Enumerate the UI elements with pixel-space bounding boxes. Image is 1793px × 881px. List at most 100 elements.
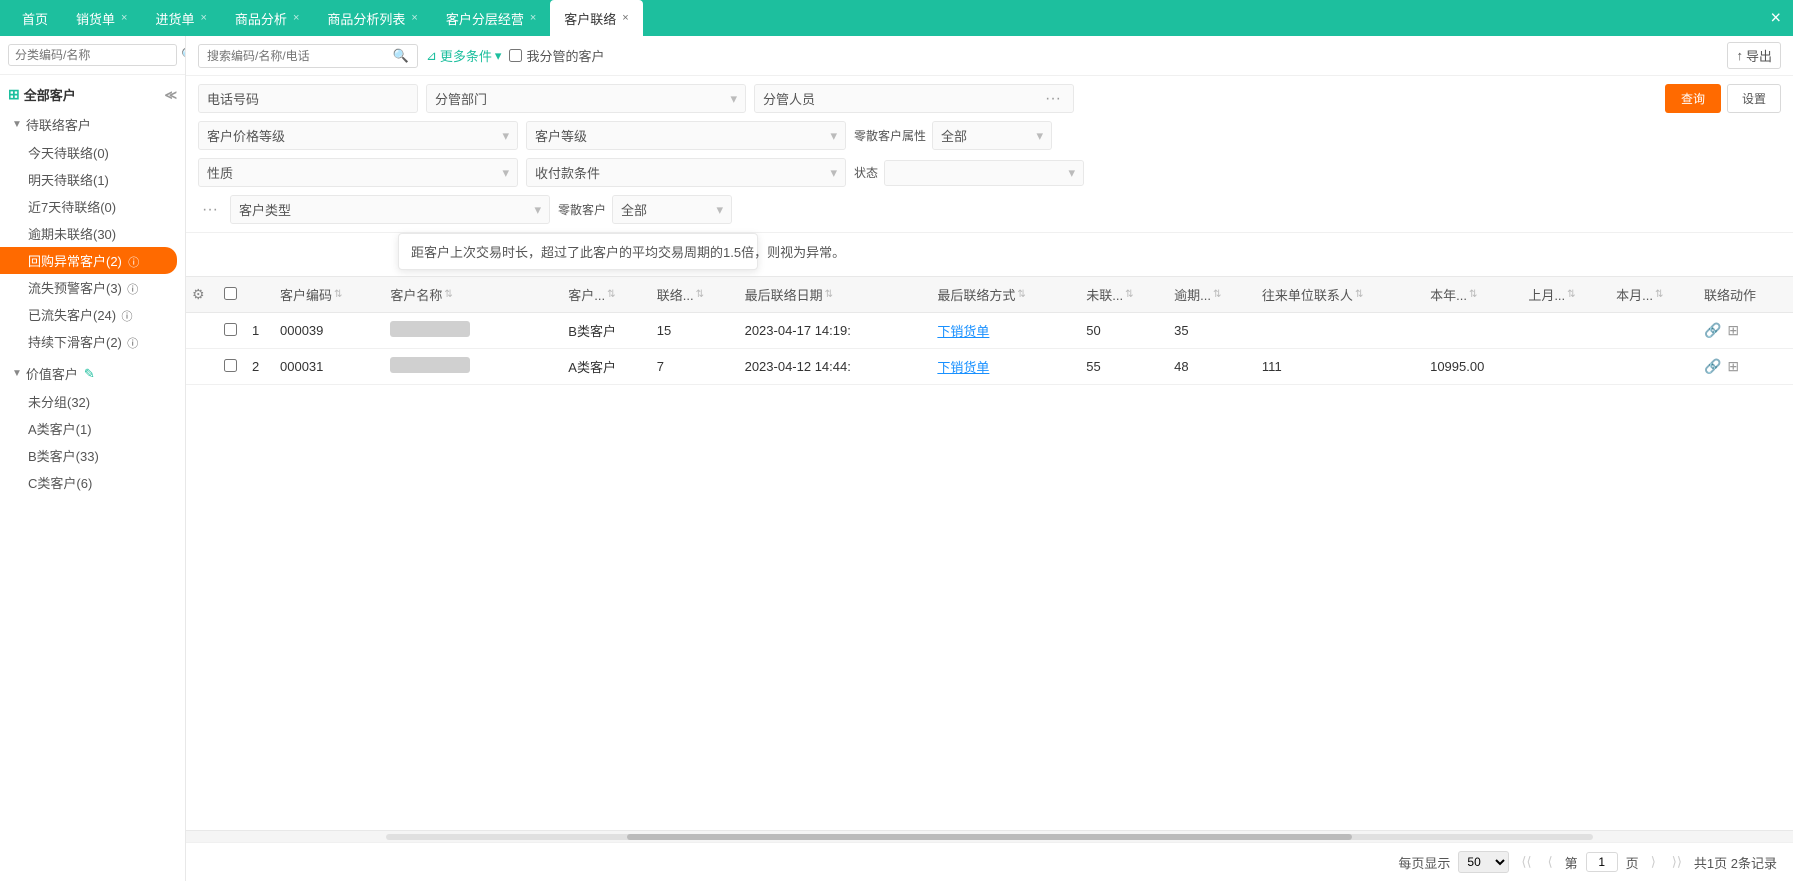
last-page-btn[interactable]: ⟩⟩ — [1668, 852, 1686, 872]
nav-customer-segmentation[interactable]: 客户分层经营 × — [432, 0, 550, 36]
sidebar-item-lost[interactable]: 已流失客户(24) ⓘ — [0, 301, 185, 328]
row-last-contact-method[interactable]: 下销货单 — [931, 313, 1080, 349]
row-checkbox[interactable] — [218, 349, 246, 385]
scroll-thumb[interactable] — [627, 834, 1351, 840]
table-row: 1 000039 B类客户 15 2023-04-17 14:19: 下销货单 … — [186, 313, 1793, 349]
manager-dots[interactable]: ··· — [1045, 90, 1061, 108]
export-button[interactable]: ↑ 导出 — [1727, 42, 1781, 69]
query-button[interactable]: 查询 — [1665, 84, 1721, 113]
my-customers-checkbox-label[interactable]: 我分管的客户 — [509, 46, 604, 65]
department-field[interactable]: 分管部门 ▾ — [426, 84, 746, 113]
page-end-label: 页 — [1626, 853, 1639, 872]
row-gear — [186, 349, 218, 385]
th-category[interactable]: 客户... ⇅ — [562, 277, 650, 313]
horizontal-scrollbar[interactable] — [186, 830, 1793, 842]
customer-grade-field[interactable]: 客户等级 ▾ — [526, 121, 846, 150]
pending-contact-header[interactable]: ▼ 待联络客户 — [0, 110, 185, 139]
close-customer-segmentation-tab[interactable]: × — [530, 12, 536, 24]
close-sales-tab[interactable]: × — [121, 12, 127, 24]
status-select[interactable]: ▾ — [884, 160, 1084, 186]
nav-purchase[interactable]: 进货单 × — [141, 0, 220, 36]
filter-search-input[interactable] — [207, 49, 393, 63]
value-customer-header[interactable]: ▼ 价值客户 ✎ — [0, 359, 185, 388]
gear-icon[interactable]: ⚙ — [192, 286, 205, 302]
phone-field[interactable]: 电话号码 — [198, 84, 418, 113]
row-last-contact-method[interactable]: 下销货单 — [931, 349, 1080, 385]
row-select-checkbox[interactable] — [224, 323, 237, 336]
row-unit-contacts — [1256, 313, 1424, 349]
th-last-contact-date[interactable]: 最后联络日期 ⇅ — [739, 277, 932, 313]
th-last-contact-method[interactable]: 最后联络方式 ⇅ — [931, 277, 1080, 313]
nav-sales[interactable]: 销货单 × — [62, 0, 141, 36]
sidebar-item-class-b[interactable]: B类客户(33) — [0, 442, 185, 469]
select-all-checkbox[interactable] — [224, 287, 237, 300]
edit-icon[interactable]: ✎ — [84, 366, 95, 382]
close-product-analysis-tab[interactable]: × — [293, 12, 299, 24]
filter-search-icon[interactable]: 🔍 — [393, 48, 409, 64]
sidebar-item-7days[interactable]: 近7天待联络(0) — [0, 193, 185, 220]
close-product-analysis-list-tab[interactable]: × — [411, 12, 417, 24]
sidebar-item-class-c[interactable]: C类客户(6) — [0, 469, 185, 496]
tree-root-all-customers[interactable]: ⊞ 全部客户 ≪ — [0, 79, 185, 110]
link-action-icon[interactable]: 🔗 — [1704, 358, 1721, 375]
customer-type-field[interactable]: 客户类型 ▾ — [230, 195, 550, 224]
settings-button[interactable]: 设置 — [1727, 84, 1781, 113]
row-this-month — [1610, 313, 1698, 349]
prev-page-btn[interactable]: ⟨ — [1544, 852, 1557, 872]
sidebar-item-declining[interactable]: 持续下滑客户(2) ⓘ — [0, 328, 185, 355]
sidebar-item-loss-warning[interactable]: 流失预警客户(3) ⓘ — [0, 274, 185, 301]
sidebar-item-unclassified[interactable]: 未分组(32) — [0, 388, 185, 415]
row4-dots[interactable]: ··· — [202, 201, 218, 219]
status-field[interactable]: 状态 ▾ — [854, 160, 1084, 186]
nav-customer-contact[interactable]: 客户联络 × — [550, 0, 642, 36]
sidebar-item-tomorrow[interactable]: 明天待联络(1) — [0, 166, 185, 193]
my-customers-checkbox[interactable] — [509, 49, 522, 62]
th-this-month[interactable]: 本月... ⇅ — [1610, 277, 1698, 313]
retail-attribute-select[interactable]: 全部 ▾ — [932, 121, 1052, 150]
row-gear — [186, 313, 218, 349]
first-page-btn[interactable]: ⟨⟨ — [1517, 852, 1535, 872]
nav-home[interactable]: 首页 — [8, 0, 62, 36]
collapse-sidebar-btn[interactable]: ≪ — [164, 88, 177, 102]
customer-table: ⚙ 客户编码 ⇅ — [186, 276, 1793, 385]
row-checkbox[interactable] — [218, 313, 246, 349]
sidebar-item-repurchase-anomaly[interactable]: 回购异常客户(2) ⓘ — [0, 247, 177, 274]
grid-action-icon[interactable]: ⊞ — [1727, 322, 1739, 339]
row-actions: 🔗 ⊞ — [1698, 313, 1793, 349]
sidebar-item-overdue[interactable]: 逾期未联络(30) — [0, 220, 185, 247]
more-conditions-btn[interactable]: ⊿ 更多条件 ▾ — [426, 46, 501, 65]
sidebar-item-today[interactable]: 今天待联络(0) — [0, 139, 185, 166]
close-customer-contact-tab[interactable]: × — [622, 12, 628, 24]
next-page-btn[interactable]: ⟩ — [1647, 852, 1660, 872]
sort-this-month-icon: ⇅ — [1655, 289, 1663, 300]
th-unit-contacts[interactable]: 往来单位联系人 ⇅ — [1256, 277, 1424, 313]
filter-search-box[interactable]: 🔍 — [198, 44, 418, 68]
retail-attribute-field[interactable]: 零散客户属性 全部 ▾ — [854, 121, 1052, 150]
retail-customer-select[interactable]: 全部 ▾ — [612, 195, 732, 224]
price-grade-field[interactable]: 客户价格等级 ▾ — [198, 121, 518, 150]
nature-field[interactable]: 性质 ▾ — [198, 158, 518, 187]
row-select-checkbox[interactable] — [224, 359, 237, 372]
th-name[interactable]: 客户名称 ⇅ — [384, 277, 562, 313]
th-this-year[interactable]: 本年... ⇅ — [1424, 277, 1522, 313]
th-last-month[interactable]: 上月... ⇅ — [1522, 277, 1610, 313]
manager-field[interactable]: 分管人员 ··· — [754, 84, 1074, 113]
sidebar-item-class-a[interactable]: A类客户(1) — [0, 415, 185, 442]
grid-action-icon[interactable]: ⊞ — [1727, 358, 1739, 375]
link-action-icon[interactable]: 🔗 — [1704, 322, 1721, 339]
th-uncontacted[interactable]: 未联... ⇅ — [1080, 277, 1168, 313]
th-contacts[interactable]: 联络... ⇅ — [651, 277, 739, 313]
close-all-tabs[interactable]: × — [1770, 8, 1781, 29]
close-purchase-tab[interactable]: × — [200, 12, 206, 24]
sidebar-search-input[interactable] — [8, 44, 177, 66]
th-code[interactable]: 客户编码 ⇅ — [274, 277, 384, 313]
nav-product-analysis[interactable]: 商品分析 × — [221, 0, 313, 36]
nav-product-analysis-list[interactable]: 商品分析列表 × — [313, 0, 431, 36]
th-overdue[interactable]: 逾期... ⇅ — [1168, 277, 1256, 313]
page-input[interactable] — [1586, 852, 1618, 872]
sort-contacts-icon: ⇅ — [696, 289, 704, 300]
retail-customer-field[interactable]: 零散客户 全部 ▾ — [558, 195, 732, 224]
page-size-select[interactable]: 50 100 200 — [1458, 851, 1509, 873]
sort-method-icon: ⇅ — [1017, 289, 1025, 300]
payment-field[interactable]: 收付款条件 ▾ — [526, 158, 846, 187]
